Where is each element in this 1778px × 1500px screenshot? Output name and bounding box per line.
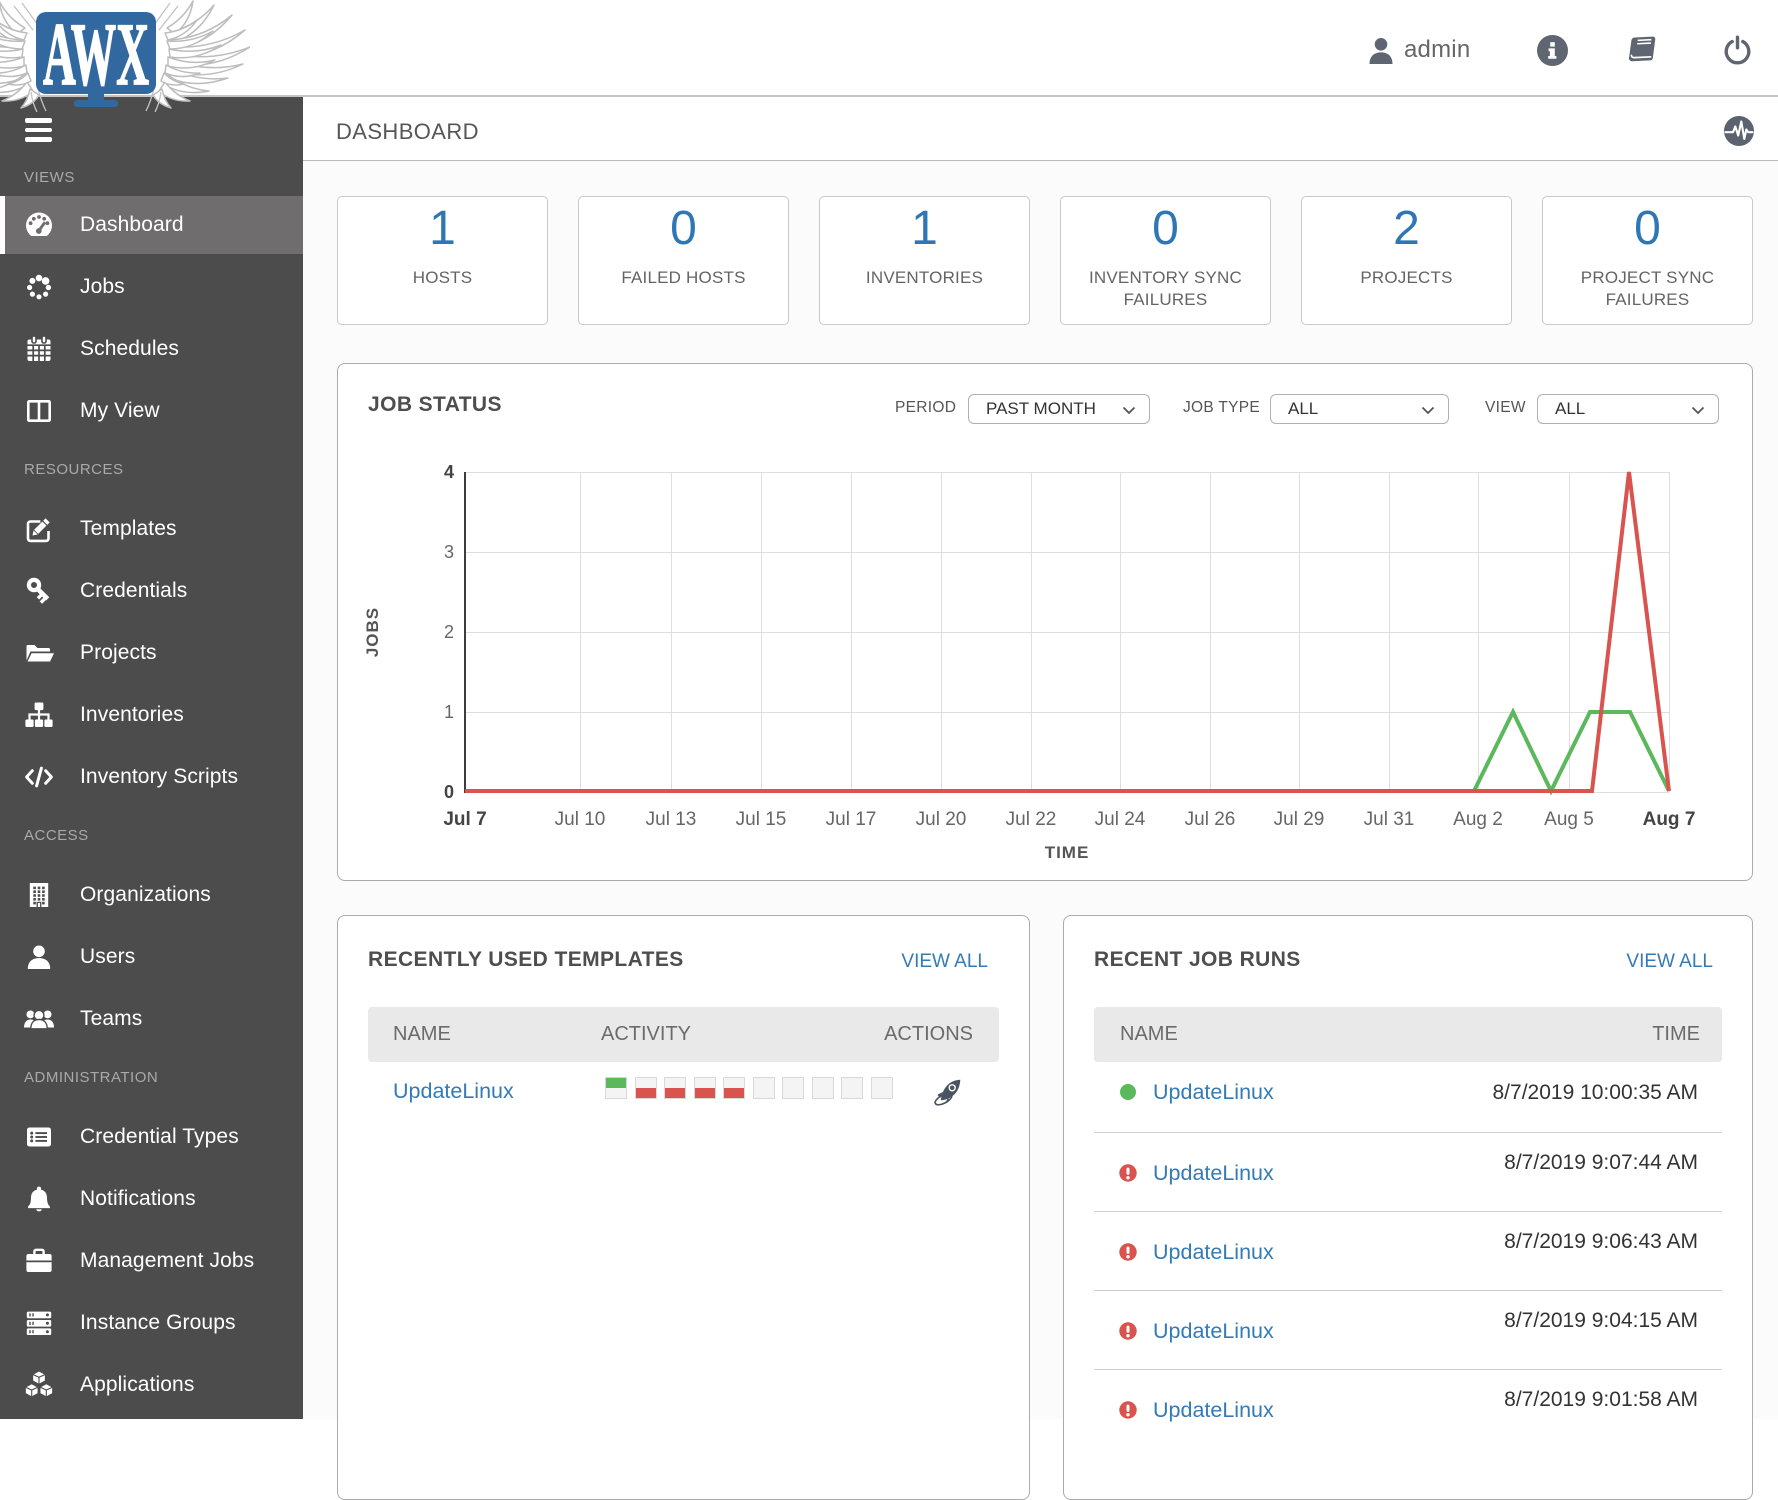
svg-text:AWX: AWX — [43, 5, 149, 104]
